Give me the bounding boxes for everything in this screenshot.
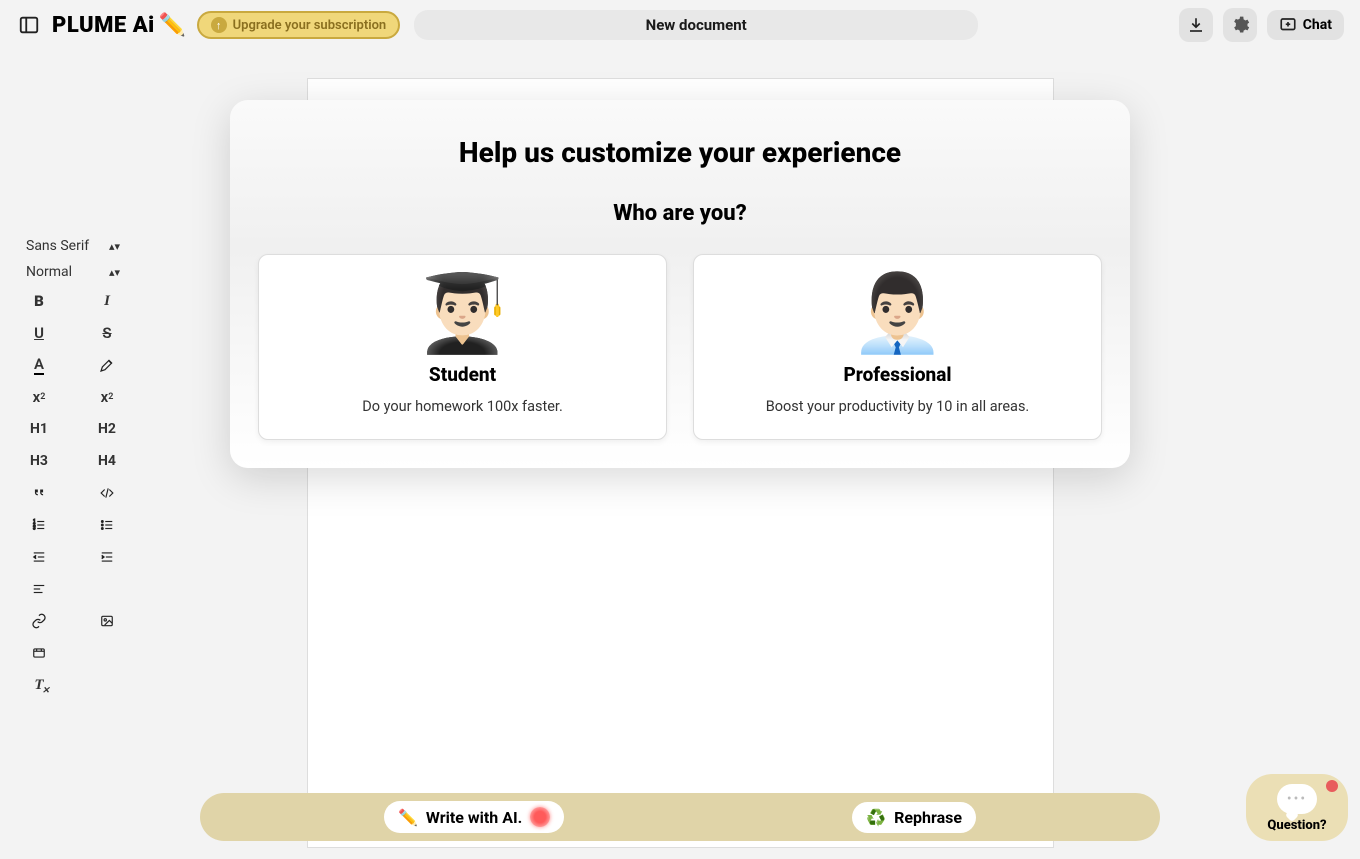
modal-title: Help us customize your experience	[258, 136, 1102, 169]
student-emoji-icon: 👨🏻‍🎓	[275, 275, 650, 351]
card-desc: Do your homework 100x faster.	[275, 398, 650, 415]
persona-cards: 👨🏻‍🎓 Student Do your homework 100x faste…	[258, 254, 1102, 440]
onboarding-modal: Help us customize your experience Who ar…	[230, 100, 1130, 468]
modal-subtitle: Who are you?	[258, 201, 1102, 226]
persona-card-student[interactable]: 👨🏻‍🎓 Student Do your homework 100x faste…	[258, 254, 667, 440]
card-title: Professional	[710, 363, 1085, 386]
card-title: Student	[275, 363, 650, 386]
card-desc: Boost your productivity by 10 in all are…	[710, 398, 1085, 415]
onboarding-modal-overlay: Help us customize your experience Who ar…	[0, 0, 1360, 859]
persona-card-professional[interactable]: 👨🏻‍💼 Professional Boost your productivit…	[693, 254, 1102, 440]
professional-emoji-icon: 👨🏻‍💼	[710, 275, 1085, 351]
